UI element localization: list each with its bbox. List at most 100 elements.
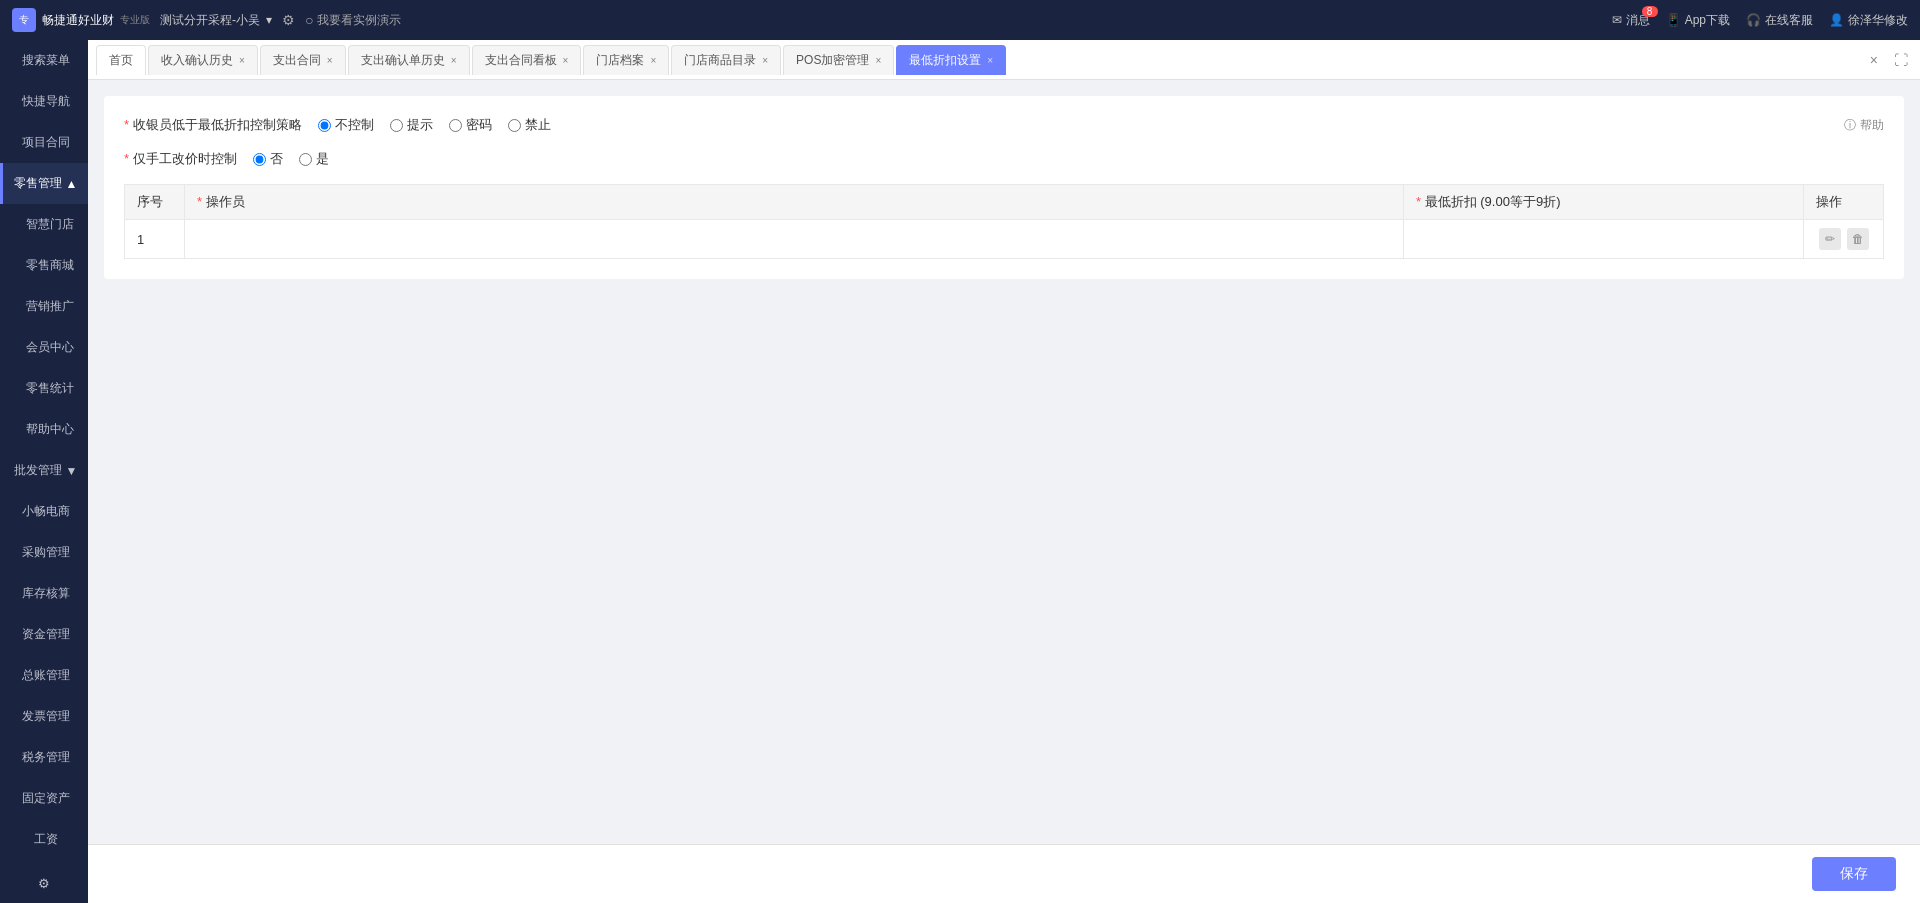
online-service-btn[interactable]: 🎧 在线客服	[1746, 12, 1813, 29]
marketing-label: 营销推广	[19, 298, 80, 315]
radio-password[interactable]	[449, 119, 462, 132]
option-forbid[interactable]: 禁止	[508, 116, 551, 134]
tab-min-discount[interactable]: 最低折扣设置 ×	[896, 45, 1006, 75]
discount-strategy-row: 收银员低于最低折扣控制策略 不控制 提示 密码	[124, 116, 1884, 134]
table-body: 1 ✏ 🗑	[125, 220, 1884, 259]
project-dropdown-icon[interactable]: ▾	[266, 13, 272, 27]
headset-icon: 🎧	[1746, 13, 1761, 27]
wholesale-label: 批发管理	[14, 462, 62, 479]
sidebar-item-inventory[interactable]: 库存核算	[0, 573, 88, 614]
tab-expense-confirm-history-close[interactable]: ×	[451, 55, 457, 66]
footer-bar: 保存	[88, 844, 1920, 903]
page-content: 收银员低于最低折扣控制策略 不控制 提示 密码	[88, 80, 1920, 844]
tab-min-discount-close[interactable]: ×	[987, 55, 993, 66]
option-password[interactable]: 密码	[449, 116, 492, 134]
sidebar-item-wholesale[interactable]: 批发管理 ▼	[0, 450, 88, 491]
online-store-label: 零售商城	[19, 257, 80, 274]
tab-income-history-close[interactable]: ×	[239, 55, 245, 66]
project-selector[interactable]: 测试分开采程-小吴 ▾	[160, 12, 272, 29]
tab-income-history[interactable]: 收入确认历史 ×	[148, 45, 258, 75]
radio-prompt[interactable]	[390, 119, 403, 132]
edit-icon[interactable]: ✏	[1819, 228, 1841, 250]
radio-no-control[interactable]	[318, 119, 331, 132]
tab-pos-encrypt-label: POS加密管理	[796, 52, 869, 69]
delete-icon[interactable]: 🗑	[1847, 228, 1869, 250]
save-button[interactable]: 保存	[1812, 857, 1896, 891]
topbar-right: ✉ 消息 8 📱 App下载 🎧 在线客服 👤 徐泽华修改	[1612, 12, 1908, 29]
tab-expense-contract-close[interactable]: ×	[327, 55, 333, 66]
sidebar-item-ecommerce[interactable]: 小畅电商	[0, 491, 88, 532]
sidebar-item-shortcuts[interactable]: 快捷导航	[0, 81, 88, 122]
col-discount-header: 最低折扣 (9.00等于9折)	[1404, 185, 1804, 220]
demo-link[interactable]: ○ 我要看实例演示	[305, 12, 401, 29]
tab-expense-confirm-history[interactable]: 支出确认单历史 ×	[348, 45, 470, 75]
help-label: 帮助中心	[19, 421, 80, 438]
app-logo: 专 畅捷通好业财 专业版	[12, 8, 150, 32]
sidebar-item-help[interactable]: 帮助中心	[0, 409, 88, 450]
col-seq-header: 序号	[125, 185, 185, 220]
tab-pos-encrypt[interactable]: POS加密管理 ×	[783, 45, 894, 75]
settings-panel: 收银员低于最低折扣控制策略 不控制 提示 密码	[104, 96, 1904, 279]
sidebar-item-member[interactable]: 会员中心	[0, 327, 88, 368]
settings-icon[interactable]: ⚙	[282, 12, 295, 28]
phone-icon: 📱	[1666, 13, 1681, 27]
tab-store-products-close[interactable]: ×	[762, 55, 768, 66]
purchase-label: 采购管理	[11, 544, 80, 561]
sidebar-item-project[interactable]: 项目合同	[0, 122, 88, 163]
sidebar-item-smart-store[interactable]: 智慧门店	[0, 204, 88, 245]
close-tab-icon[interactable]: ×	[1866, 48, 1882, 72]
tab-expense-contract[interactable]: 支出合同 ×	[260, 45, 346, 75]
tax-label: 税务管理	[11, 749, 80, 766]
retail-stats-label: 零售统计	[19, 380, 80, 397]
tab-store-file-close[interactable]: ×	[650, 55, 656, 66]
help-button[interactable]: ⓘ 帮助	[1844, 117, 1884, 134]
logo-icon: 专	[12, 8, 36, 32]
option-no-control[interactable]: 不控制	[318, 116, 374, 134]
tab-home-label: 首页	[109, 52, 133, 69]
radio-yes[interactable]	[299, 153, 312, 166]
sidebar-settings-btn[interactable]: ⚙	[0, 864, 88, 903]
sidebar-item-search[interactable]: 搜索菜单	[0, 40, 88, 81]
tab-expense-board-close[interactable]: ×	[563, 55, 569, 66]
user-menu[interactable]: 👤 徐泽华修改	[1829, 12, 1908, 29]
maximize-icon[interactable]: ⛶	[1890, 48, 1912, 72]
no-control-label: 不控制	[335, 116, 374, 134]
sidebar-item-tax[interactable]: 税务管理	[0, 737, 88, 778]
sidebar-item-payroll[interactable]: 工资	[0, 819, 88, 860]
demo-label: 我要看实例演示	[317, 12, 401, 29]
sidebar-item-purchase[interactable]: 采购管理	[0, 532, 88, 573]
sidebar-item-marketing[interactable]: 营销推广	[0, 286, 88, 327]
tab-store-file-label: 门店档案	[596, 52, 644, 69]
sidebar-item-retail[interactable]: 零售管理 ▲	[0, 163, 88, 204]
help-icon: ⓘ	[1844, 117, 1856, 134]
option-prompt[interactable]: 提示	[390, 116, 433, 134]
sidebar-item-invoice[interactable]: 发票管理	[0, 696, 88, 737]
payroll-label: 工资	[11, 831, 80, 848]
message-btn[interactable]: ✉ 消息 8	[1612, 12, 1650, 29]
tab-pos-encrypt-close[interactable]: ×	[875, 55, 881, 66]
no-label: 否	[270, 150, 283, 168]
sidebar-item-online-store[interactable]: 零售商城	[0, 245, 88, 286]
edition-label: 专业版	[120, 13, 150, 27]
radio-forbid[interactable]	[508, 119, 521, 132]
sidebar-item-fixed-assets[interactable]: 固定资产	[0, 778, 88, 819]
radio-no[interactable]	[253, 153, 266, 166]
tab-store-products[interactable]: 门店商品目录 ×	[671, 45, 781, 75]
manual-control-row: 仅手工改价时控制 否 是	[124, 150, 1884, 168]
ledger-label: 总账管理	[11, 667, 80, 684]
tab-expense-board[interactable]: 支出合同看板 ×	[472, 45, 582, 75]
sidebar-item-retail-stats[interactable]: 零售统计	[0, 368, 88, 409]
sidebar-item-finance[interactable]: 资金管理	[0, 614, 88, 655]
tab-home[interactable]: 首页	[96, 45, 146, 75]
row-discount	[1404, 220, 1804, 259]
tab-store-file[interactable]: 门店档案 ×	[583, 45, 669, 75]
option-yes[interactable]: 是	[299, 150, 329, 168]
option-no[interactable]: 否	[253, 150, 283, 168]
discount-table: 序号 操作员 最低折扣 (9.00等于9折) 操作 1	[124, 184, 1884, 259]
tab-min-discount-label: 最低折扣设置	[909, 52, 981, 69]
inventory-label: 库存核算	[11, 585, 80, 602]
sidebar-item-ledger[interactable]: 总账管理	[0, 655, 88, 696]
invoice-label: 发票管理	[11, 708, 80, 725]
app-download-btn[interactable]: 📱 App下载	[1666, 12, 1730, 29]
col-operator-header: 操作员	[185, 185, 1404, 220]
